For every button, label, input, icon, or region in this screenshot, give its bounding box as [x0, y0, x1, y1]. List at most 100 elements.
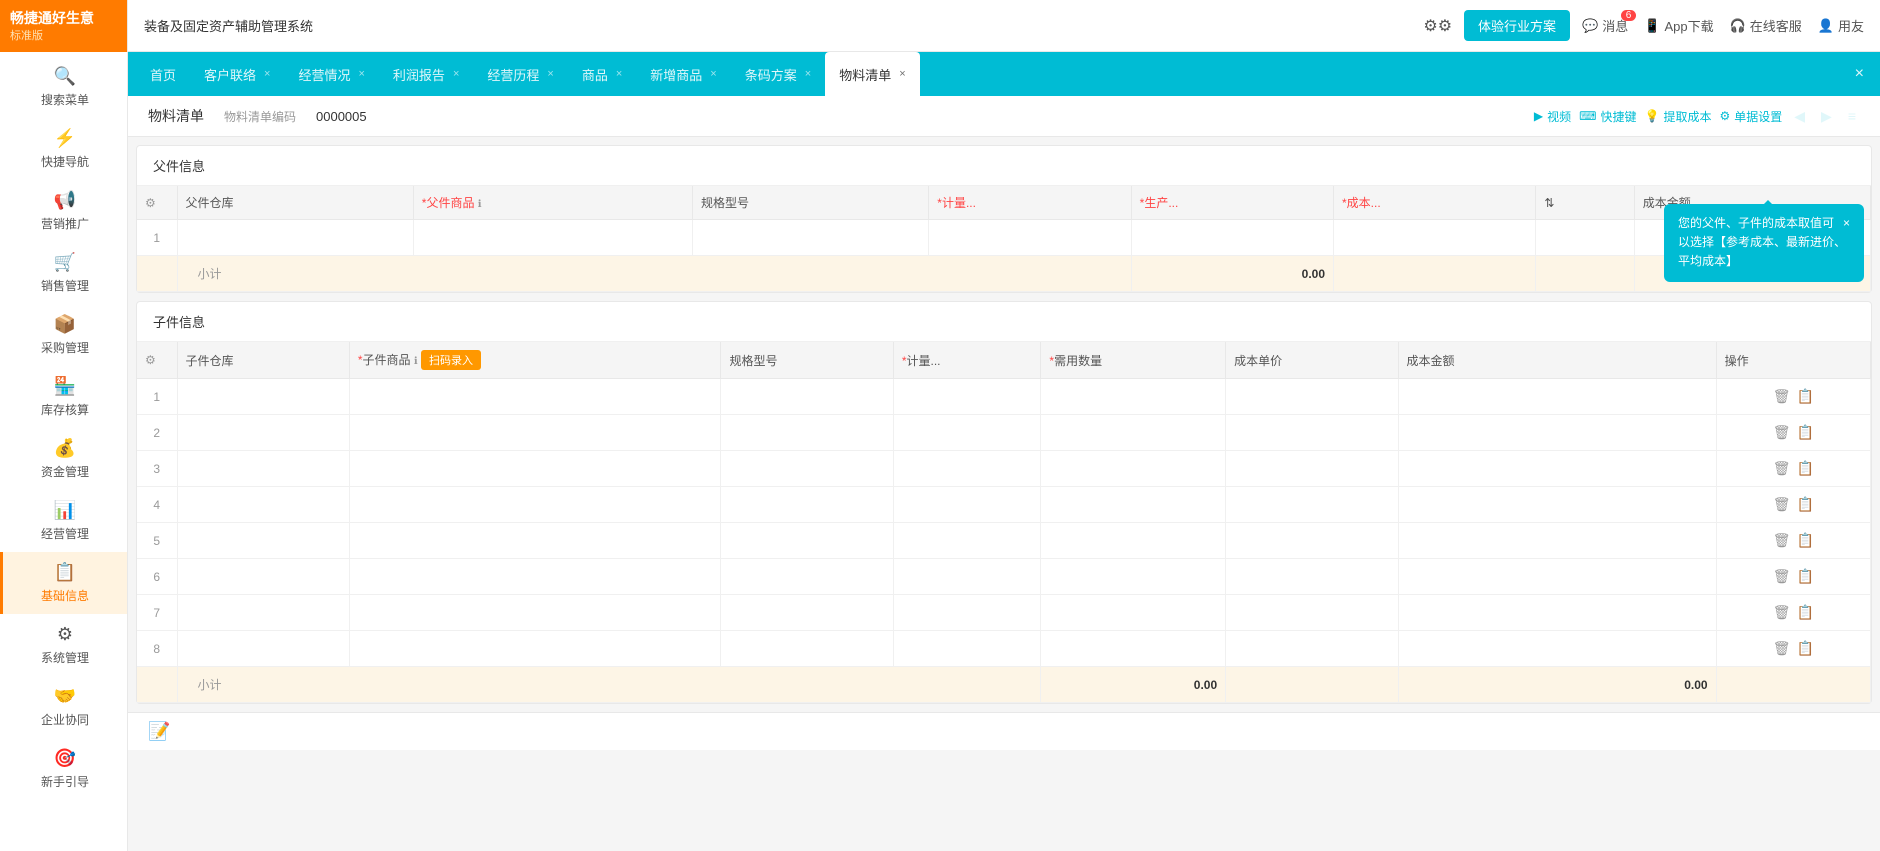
child-spec-4[interactable] [721, 487, 893, 523]
sidebar-item-quick-nav[interactable]: ⚡快捷导航 [0, 118, 127, 180]
next-record-btn[interactable]: ▶ [1817, 108, 1836, 125]
tab-customer[interactable]: 客户联络× [190, 52, 284, 96]
experience-btn[interactable]: 体验行业方案 [1464, 10, 1570, 41]
sidebar-item-search[interactable]: 🔍搜索菜单 [0, 56, 127, 118]
sidebar-item-enterprise[interactable]: 🤝企业协同 [0, 676, 127, 738]
parent-cost-cell[interactable] [1334, 220, 1536, 256]
sidebar-item-operations[interactable]: 📊经营管理 [0, 490, 127, 552]
close-icon[interactable]: × [899, 68, 905, 80]
extract-cost-btn[interactable]: 💡 提取成本 [1645, 108, 1712, 125]
child-unit-cost-5[interactable] [1226, 523, 1398, 559]
child-spec-2[interactable] [721, 415, 893, 451]
child-qty-6[interactable] [1041, 559, 1226, 595]
close-icon[interactable]: × [616, 68, 622, 80]
child-unit-7[interactable] [893, 595, 1041, 631]
tab-barcode[interactable]: 条码方案× [731, 52, 825, 96]
child-product-1[interactable] [349, 379, 721, 415]
scan-btn[interactable]: 扫码录入 [421, 350, 481, 370]
close-all-tabs[interactable]: × [1847, 65, 1872, 83]
sidebar-item-sales[interactable]: 🛒销售管理 [0, 242, 127, 304]
child-product-8[interactable] [349, 631, 721, 667]
tab-home[interactable]: 首页 [136, 52, 190, 96]
child-info-icon[interactable]: ℹ [414, 356, 418, 367]
tooltip-close-btn[interactable]: × [1843, 214, 1850, 233]
child-warehouse-3[interactable] [177, 451, 349, 487]
child-product-6[interactable] [349, 559, 721, 595]
child-qty-8[interactable] [1041, 631, 1226, 667]
prev-record-btn[interactable]: ◀ [1790, 108, 1809, 125]
close-icon[interactable]: × [710, 68, 716, 80]
child-unit-5[interactable] [893, 523, 1041, 559]
delete-icon[interactable]: 🗑 [1773, 604, 1791, 621]
delete-icon[interactable]: 🗑 [1773, 532, 1791, 549]
delete-icon[interactable]: 🗑 [1773, 388, 1791, 405]
sidebar-item-basics[interactable]: 📋基础信息 [0, 552, 127, 614]
child-unit-cost-2[interactable] [1226, 415, 1398, 451]
child-qty-3[interactable] [1041, 451, 1226, 487]
delete-icon[interactable]: 🗑 [1773, 496, 1791, 513]
child-unit-3[interactable] [893, 451, 1041, 487]
tab-bom[interactable]: 物料清单× [825, 52, 919, 96]
copy-icon[interactable]: 📋 [1796, 532, 1813, 549]
tab-history[interactable]: 经营历程× [473, 52, 567, 96]
child-spec-5[interactable] [721, 523, 893, 559]
child-unit-1[interactable] [893, 379, 1041, 415]
child-unit-cost-1[interactable] [1226, 379, 1398, 415]
child-unit-cost-3[interactable] [1226, 451, 1398, 487]
child-product-5[interactable] [349, 523, 721, 559]
sidebar-item-finance[interactable]: 💰资金管理 [0, 428, 127, 490]
child-warehouse-8[interactable] [177, 631, 349, 667]
sidebar-item-inventory[interactable]: 🏪库存核算 [0, 366, 127, 428]
tab-ops-status[interactable]: 经营情况× [284, 52, 378, 96]
copy-icon[interactable]: 📋 [1796, 388, 1813, 405]
child-warehouse-1[interactable] [177, 379, 349, 415]
child-warehouse-2[interactable] [177, 415, 349, 451]
tab-new-product[interactable]: 新增商品× [636, 52, 730, 96]
sidebar-item-marketing[interactable]: 📢营销推广 [0, 180, 127, 242]
copy-icon[interactable]: 📋 [1796, 424, 1813, 441]
child-qty-1[interactable] [1041, 379, 1226, 415]
child-warehouse-6[interactable] [177, 559, 349, 595]
copy-icon[interactable]: 📋 [1796, 604, 1813, 621]
shortcut-btn[interactable]: ⌨ 快捷键 [1579, 108, 1636, 125]
sidebar-item-guide[interactable]: 🎯新手引导 [0, 738, 127, 800]
child-unit-cost-6[interactable] [1226, 559, 1398, 595]
child-qty-2[interactable] [1041, 415, 1226, 451]
copy-icon[interactable]: 📋 [1796, 460, 1813, 477]
delete-icon[interactable]: 🗑 [1773, 424, 1791, 441]
child-spec-8[interactable] [721, 631, 893, 667]
close-icon[interactable]: × [358, 68, 364, 80]
child-unit-6[interactable] [893, 559, 1041, 595]
parent-warehouse-cell[interactable] [177, 220, 413, 256]
sidebar-item-system[interactable]: ⚙系统管理 [0, 614, 127, 676]
child-unit-2[interactable] [893, 415, 1041, 451]
child-qty-4[interactable] [1041, 487, 1226, 523]
child-unit-cost-8[interactable] [1226, 631, 1398, 667]
parent-production-cell[interactable] [1131, 220, 1333, 256]
copy-icon[interactable]: 📋 [1796, 496, 1813, 513]
child-unit-cost-4[interactable] [1226, 487, 1398, 523]
message-action[interactable]: 💬 消息 6 [1582, 16, 1628, 35]
child-spec-3[interactable] [721, 451, 893, 487]
child-qty-7[interactable] [1041, 595, 1226, 631]
child-product-3[interactable] [349, 451, 721, 487]
sidebar-item-purchase[interactable]: 📦采购管理 [0, 304, 127, 366]
child-warehouse-7[interactable] [177, 595, 349, 631]
parent-product-cell[interactable] [413, 220, 692, 256]
child-product-2[interactable] [349, 415, 721, 451]
child-spec-7[interactable] [721, 595, 893, 631]
close-icon[interactable]: × [547, 68, 553, 80]
child-unit-8[interactable] [893, 631, 1041, 667]
child-spec-6[interactable] [721, 559, 893, 595]
parent-unit-cell[interactable] [929, 220, 1131, 256]
child-qty-5[interactable] [1041, 523, 1226, 559]
close-icon[interactable]: × [805, 68, 811, 80]
app-download-action[interactable]: 📱 App下载 [1644, 16, 1713, 35]
user-action[interactable]: 👤 用友 [1818, 16, 1864, 35]
settings-gear-icon[interactable]: ⚙ [145, 196, 156, 210]
copy-icon[interactable]: 📋 [1796, 568, 1813, 585]
video-btn[interactable]: ▶ 视频 [1534, 108, 1571, 125]
tab-profit[interactable]: 利润报告× [379, 52, 473, 96]
delete-icon[interactable]: 🗑 [1773, 460, 1791, 477]
delete-icon[interactable]: 🗑 [1773, 640, 1791, 657]
